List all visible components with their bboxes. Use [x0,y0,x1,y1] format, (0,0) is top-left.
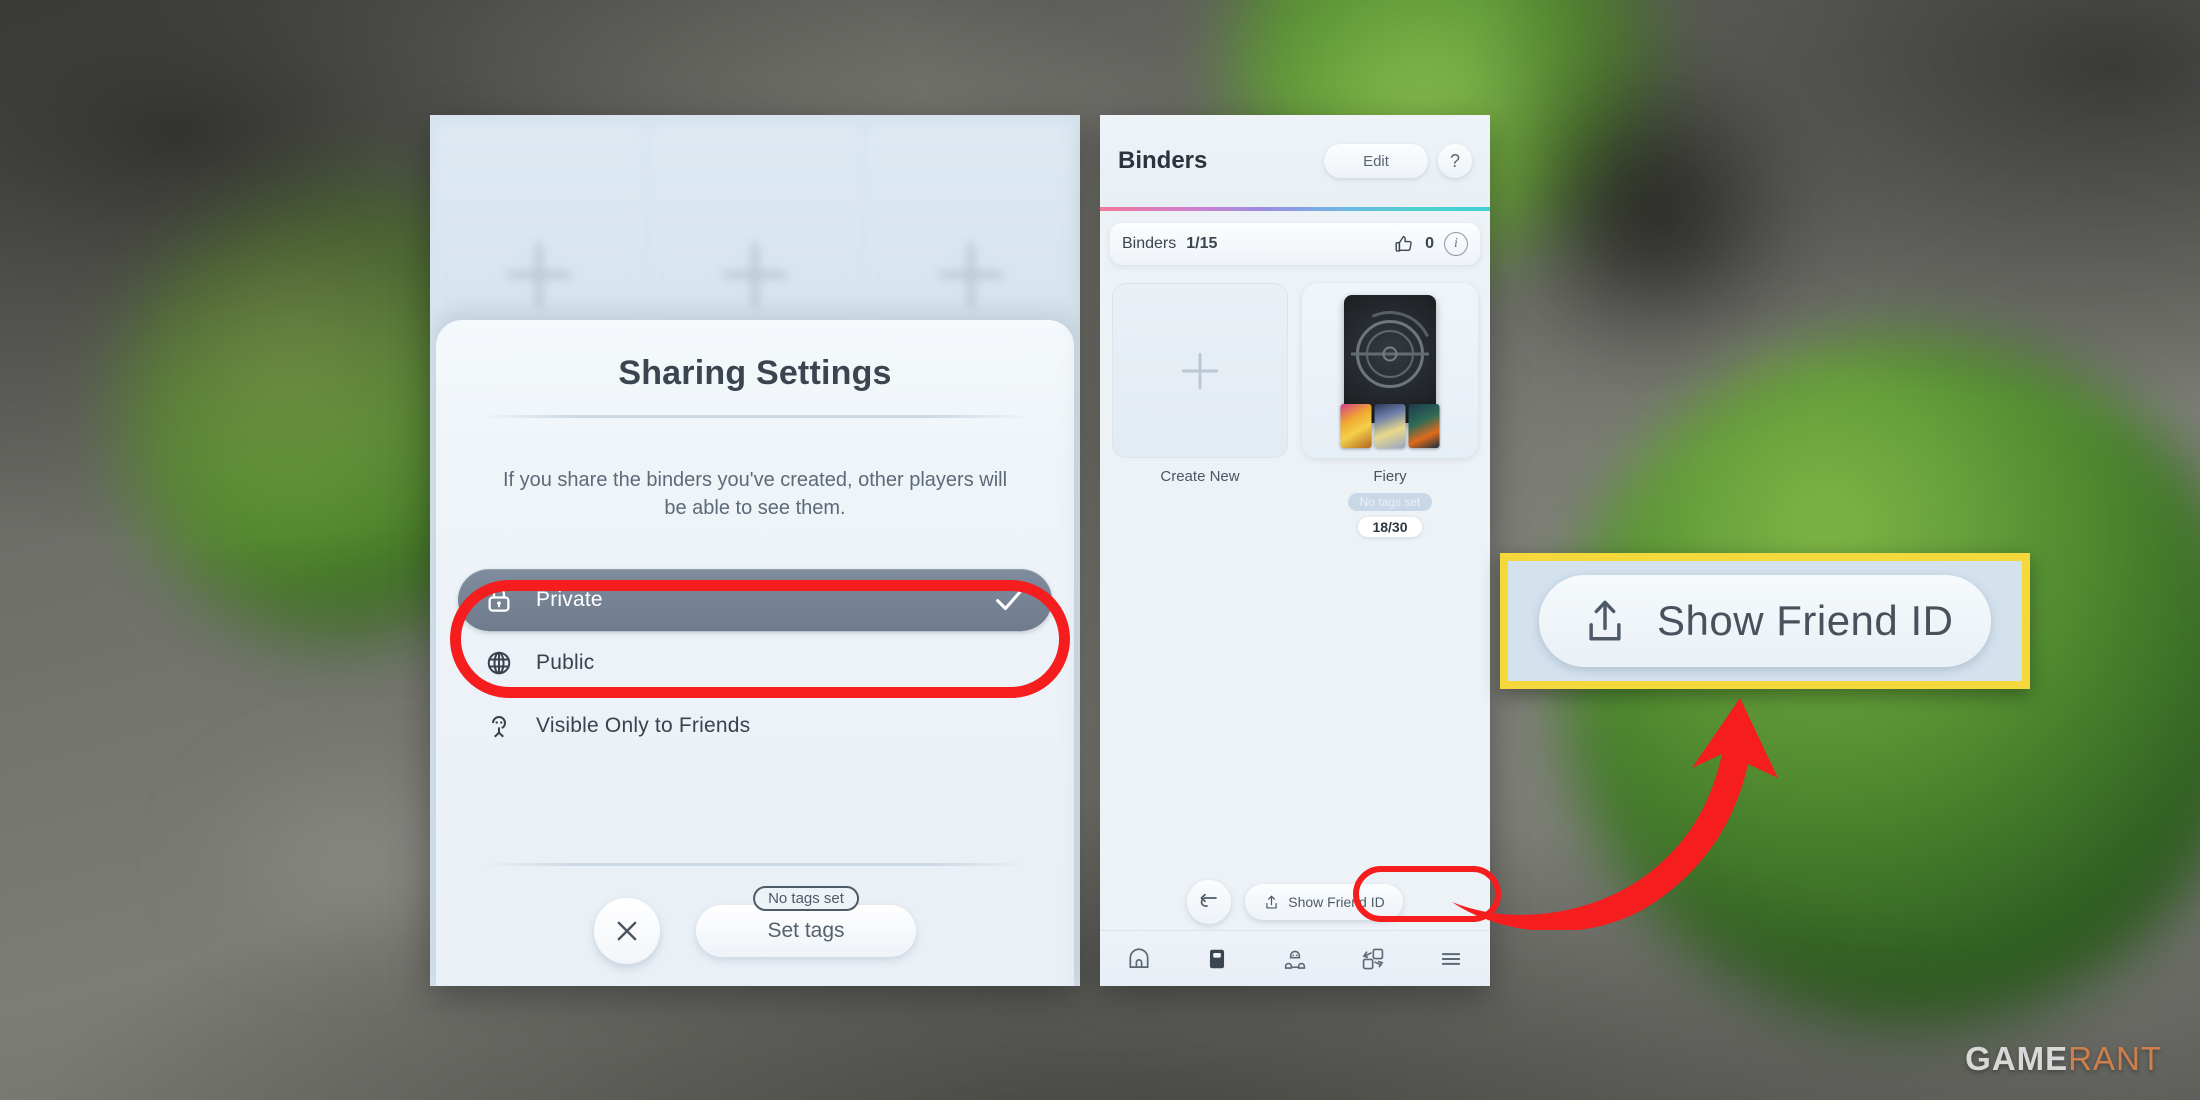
show-friend-id-label: Show Friend ID [1288,894,1385,910]
back-arrow-icon [1200,893,1218,907]
help-button[interactable]: ? [1438,144,1472,178]
check-icon [996,589,1022,610]
back-button[interactable] [1187,880,1232,924]
binders-grid: Create New Fiery No tags set 18/30 [1100,265,1490,537]
option-public-label: Public [536,650,595,674]
close-icon [617,921,637,941]
divider-top [480,415,1030,418]
preview-card [1408,404,1440,448]
callout-pill: Show Friend ID [1539,575,1991,667]
tab-binders[interactable] [1197,939,1237,979]
binders-summary-row: Binders 1/15 0 i [1110,223,1480,265]
callout-label: Show Friend ID [1657,597,1954,644]
binder-name: Fiery [1373,468,1407,485]
tags-status-badge: No tags set [753,886,859,911]
tab-social[interactable] [1275,939,1315,979]
sharing-options-list: Private Public Visible Only to Friends [436,568,1074,757]
option-private-label: Private [536,587,603,611]
friends-icon [1284,950,1306,969]
option-private[interactable]: Private [458,568,1052,631]
binder-card-count: 18/30 [1358,517,1422,537]
divider-bottom [480,863,1030,866]
person-icon [492,715,507,738]
share-upload-icon [1266,895,1277,909]
preview-card [1374,404,1406,448]
sharing-settings-screen: Sharing Settings If you share the binder… [430,115,1080,986]
create-new-tile[interactable]: Create New [1112,283,1288,537]
globe-icon [487,651,511,675]
option-public[interactable]: Public [458,632,1052,694]
option-visible-only-to-friends[interactable]: Visible Only to Friends [458,695,1052,757]
binder-tile-fiery[interactable]: Fiery No tags set 18/30 [1302,283,1478,537]
gradient-divider [1100,207,1490,211]
binders-count: 1/15 [1186,235,1218,252]
bottom-tab-bar [1100,930,1490,986]
tab-home[interactable] [1119,939,1159,979]
binder-thumbnail[interactable] [1302,283,1478,458]
tab-trade[interactable] [1353,939,1393,979]
trade-icon [1362,948,1384,969]
share-upload-icon [1589,600,1621,641]
like-count: 0 [1425,235,1434,252]
close-button[interactable] [594,898,660,964]
create-new-label: Create New [1160,468,1240,485]
set-tags-button[interactable]: No tags set Set tags [696,886,916,957]
watermark: GAMERANT [1965,1040,2162,1078]
home-icon [1129,947,1149,968]
watermark-part-b: RANT [2068,1040,2162,1077]
option-friends-label: Visible Only to Friends [536,713,751,737]
binders-screen: Binders Edit ? Binders 1/15 0 i Create N… [1100,115,1490,986]
info-icon[interactable]: i [1444,232,1468,256]
binders-label: Binders [1122,235,1177,252]
tab-menu[interactable] [1431,939,1471,979]
watermark-part-a: GAME [1965,1040,2069,1077]
page-title: Sharing Settings [618,354,892,392]
binders-header: Binders Edit ? [1100,115,1490,207]
edit-button[interactable]: Edit [1324,144,1428,178]
sharing-settings-sheet: Sharing Settings If you share the binder… [436,320,1074,986]
thumbs-up-icon [1395,235,1412,252]
cover-center [1382,346,1398,362]
bottom-actions: Show Friend ID [1100,880,1490,924]
dialog-footer: No tags set Set tags [436,886,1074,964]
set-tags-label: Set tags [767,919,845,942]
show-friend-id-button[interactable]: Show Friend ID [1245,884,1403,920]
binder-tag-badge: No tags set [1347,493,1433,511]
binder-card-previews [1340,404,1440,448]
page-title: Binders [1118,147,1208,174]
menu-icon [1441,952,1461,965]
book-icon [1209,949,1225,968]
callout-show-friend-id: Show Friend ID [1500,553,2030,689]
dialog-description: If you share the binders you've created,… [502,469,1008,520]
preview-card [1340,404,1372,448]
plus-icon[interactable] [1112,283,1288,458]
lock-icon [488,587,510,612]
